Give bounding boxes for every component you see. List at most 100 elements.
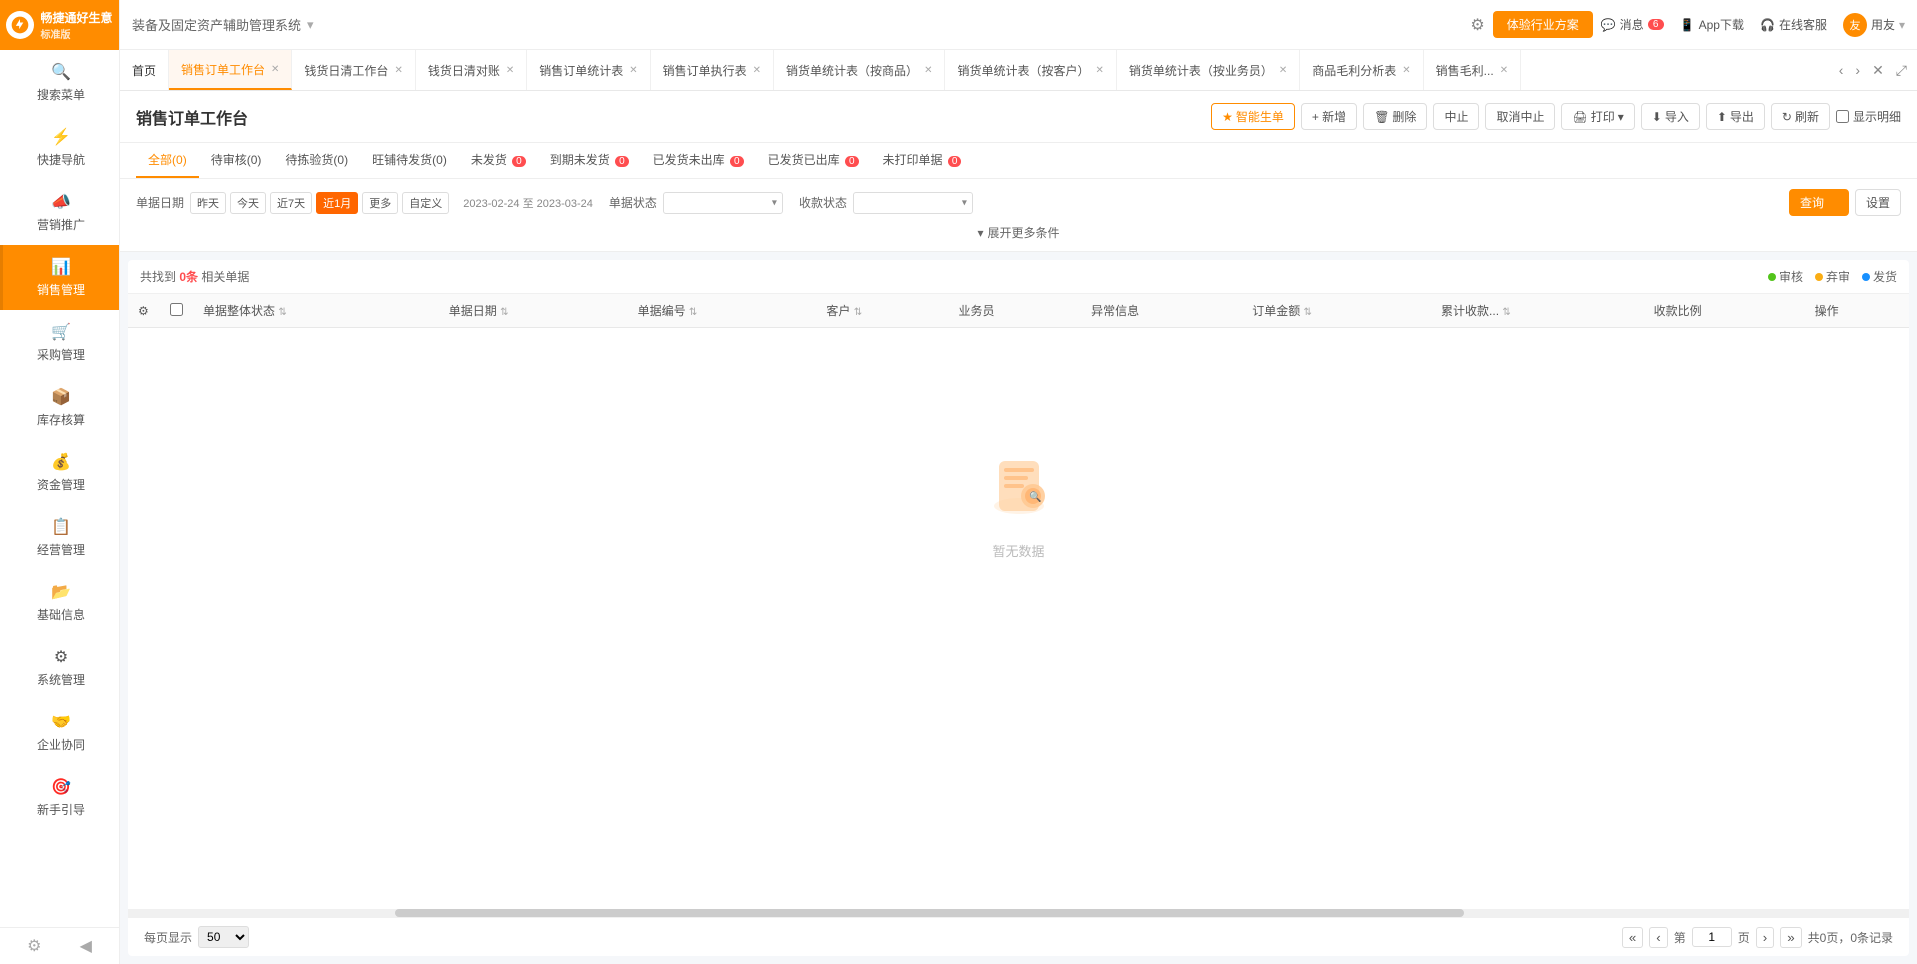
settings-bottom-btn[interactable]: ⚙: [27, 936, 41, 956]
sidebar-item-purchase[interactable]: 🛒 采购管理: [0, 310, 119, 375]
th-amount[interactable]: 订单金额 ⇅: [1242, 294, 1431, 328]
filter-tab-all[interactable]: 全部(0): [136, 143, 199, 178]
sidebar-item-operations[interactable]: 📋 经营管理: [0, 505, 119, 570]
tab-daily-cash-close[interactable]: ✕: [394, 65, 402, 76]
status-select[interactable]: [663, 192, 783, 214]
tab-sales-stats-close[interactable]: ✕: [629, 65, 637, 76]
tab-daily-cash[interactable]: 钱货日清工作台 ✕: [292, 50, 415, 90]
date-btn-yesterday[interactable]: 昨天: [190, 192, 226, 214]
filter-tab-unshipped[interactable]: 未发货 0: [459, 143, 538, 178]
filter-tab-shipped-no-out[interactable]: 已发货未出库 0: [641, 143, 756, 178]
th-checkbox[interactable]: [160, 294, 193, 328]
payment-select[interactable]: [853, 192, 973, 214]
sidebar-item-marketing[interactable]: 📣 营销推广: [0, 180, 119, 245]
th-date[interactable]: 单据日期 ⇅: [439, 294, 628, 328]
th-number[interactable]: 单据编号 ⇅: [628, 294, 817, 328]
add-btn[interactable]: + 新增: [1301, 103, 1357, 130]
tab-sales-customer[interactable]: 销货单统计表（按客户） ✕: [945, 50, 1116, 90]
sidebar-item-search[interactable]: 🔍 搜索菜单: [0, 50, 119, 115]
filter-tab-unprinted[interactable]: 未打印单据 0: [871, 143, 974, 178]
filter-tab-shipped-out[interactable]: 已发货已出库 0: [756, 143, 871, 178]
app-download-btn[interactable]: 📱 App下载: [1680, 16, 1744, 33]
stop-btn[interactable]: 中止: [1433, 103, 1479, 130]
industry-btn[interactable]: 体验行业方案: [1493, 11, 1593, 38]
tab-gross-margin-close[interactable]: ✕: [1402, 65, 1410, 76]
tab-sales-product-close[interactable]: ✕: [924, 65, 932, 76]
th-status[interactable]: 单据整体状态 ⇅: [193, 294, 439, 328]
tab-sales-salesman[interactable]: 销货单统计表（按业务员） ✕: [1117, 50, 1300, 90]
filter-tab-wangpu[interactable]: 旺铺待发货(0): [360, 143, 459, 178]
smart-create-btn[interactable]: ★ 智能生单: [1211, 103, 1295, 130]
tab-sales-gross-close[interactable]: ✕: [1500, 65, 1508, 76]
dropdown-icon[interactable]: ▾: [307, 17, 314, 33]
review-action[interactable]: 审核: [1768, 268, 1803, 285]
last-page-btn[interactable]: »: [1780, 927, 1801, 948]
first-page-btn[interactable]: «: [1622, 927, 1643, 948]
scrollbar-thumb[interactable]: [395, 909, 1464, 917]
delete-btn[interactable]: 🗑 删除: [1363, 103, 1427, 130]
tab-sales-stats[interactable]: 销售订单统计表 ✕: [527, 50, 650, 90]
sidebar-item-inventory[interactable]: 📦 库存核算: [0, 375, 119, 440]
import-btn[interactable]: ⬇ 导入: [1641, 103, 1700, 130]
print-btn[interactable]: 🖨 打印 ▾: [1561, 103, 1634, 130]
query-btn[interactable]: 查询: [1789, 189, 1849, 216]
abandon-review-action[interactable]: 弃审: [1815, 268, 1850, 285]
filter-tab-overdue[interactable]: 到期未发货 0: [538, 143, 641, 178]
cancel-stop-btn[interactable]: 取消中止: [1485, 103, 1555, 130]
tab-home[interactable]: 首页: [120, 50, 169, 90]
refresh-btn[interactable]: ↻ 刷新: [1771, 103, 1830, 130]
tab-sales-exec[interactable]: 销售订单执行表 ✕: [651, 50, 774, 90]
sidebar-item-basicinfo[interactable]: 📂 基础信息: [0, 570, 119, 635]
page-input[interactable]: [1692, 927, 1732, 947]
th-customer[interactable]: 客户 ⇅: [816, 294, 948, 328]
filter-tab-pending-pick[interactable]: 待拣验货(0): [273, 143, 360, 178]
show-detail-checkbox[interactable]: 显示明细: [1836, 108, 1901, 125]
date-btn-today[interactable]: 今天: [230, 192, 266, 214]
tab-sales-product[interactable]: 销货单统计表（按商品） ✕: [774, 50, 945, 90]
collapse-btn[interactable]: ◀: [80, 936, 92, 956]
horizontal-scrollbar[interactable]: [128, 909, 1909, 917]
th-collected[interactable]: 累计收款... ⇅: [1431, 294, 1644, 328]
sidebar-item-system[interactable]: ⚙ 系统管理: [0, 635, 119, 700]
show-detail-input[interactable]: [1836, 110, 1849, 123]
prev-page-btn[interactable]: ‹: [1649, 927, 1667, 948]
tab-gross-margin[interactable]: 商品毛利分析表 ✕: [1300, 50, 1423, 90]
th-ratio[interactable]: 收款比例: [1644, 294, 1805, 328]
th-salesman[interactable]: 业务员: [948, 294, 1081, 328]
tab-close-all-btn[interactable]: ✕: [1868, 60, 1888, 81]
tab-cash-reconcile-close[interactable]: ✕: [506, 65, 514, 76]
tab-sales-workbench-close[interactable]: ✕: [271, 64, 279, 75]
ship-action[interactable]: 发货: [1862, 268, 1897, 285]
date-btn-more[interactable]: 更多: [362, 192, 398, 214]
select-all-checkbox[interactable]: [170, 303, 183, 316]
online-service-btn[interactable]: 🎧 在线客服: [1760, 16, 1827, 33]
date-btn-custom[interactable]: 自定义: [402, 192, 449, 214]
date-btn-1month[interactable]: 近1月: [316, 192, 358, 214]
sidebar-item-enterprise[interactable]: 🤝 企业协同: [0, 700, 119, 765]
th-exception[interactable]: 异常信息: [1081, 294, 1242, 328]
filter-tab-pending-review[interactable]: 待审核(0): [199, 143, 274, 178]
tab-sales-customer-close[interactable]: ✕: [1095, 65, 1103, 76]
sidebar-item-quicknav[interactable]: ⚡ 快捷导航: [0, 115, 119, 180]
tab-prev-btn[interactable]: ‹: [1835, 60, 1848, 80]
setting-filter-btn[interactable]: 设置: [1855, 189, 1901, 216]
tab-next-btn[interactable]: ›: [1851, 60, 1864, 80]
tab-cash-reconcile[interactable]: 钱货日清对账 ✕: [416, 50, 527, 90]
export-btn[interactable]: ⬆ 导出: [1706, 103, 1765, 130]
sidebar-item-sales[interactable]: 📊 销售管理: [0, 245, 119, 310]
table-wrapper[interactable]: ⚙ 单据整体状态 ⇅ 单据日期 ⇅: [128, 294, 1909, 909]
sidebar-item-guide[interactable]: 🎯 新手引导: [0, 765, 119, 830]
tab-sales-salesman-close[interactable]: ✕: [1279, 65, 1287, 76]
topbar-settings-icon[interactable]: ⚙: [1470, 15, 1484, 35]
next-page-btn[interactable]: ›: [1756, 927, 1774, 948]
expand-conditions-btn[interactable]: ▾ 展开更多条件: [136, 224, 1901, 241]
tab-sales-gross[interactable]: 销售毛利... ✕: [1424, 50, 1521, 90]
message-btn[interactable]: 💬 消息 6: [1601, 16, 1664, 33]
tab-maximize-btn[interactable]: ⤢: [1892, 60, 1911, 81]
sidebar-item-finance[interactable]: 💰 资金管理: [0, 440, 119, 505]
tab-sales-workbench[interactable]: 销售订单工作台 ✕: [169, 50, 292, 90]
tab-sales-exec-close[interactable]: ✕: [753, 65, 761, 76]
user-menu[interactable]: 友 用友 ▾: [1843, 13, 1905, 37]
date-btn-7days[interactable]: 近7天: [270, 192, 312, 214]
per-page-select[interactable]: 50 100 200: [198, 926, 249, 948]
